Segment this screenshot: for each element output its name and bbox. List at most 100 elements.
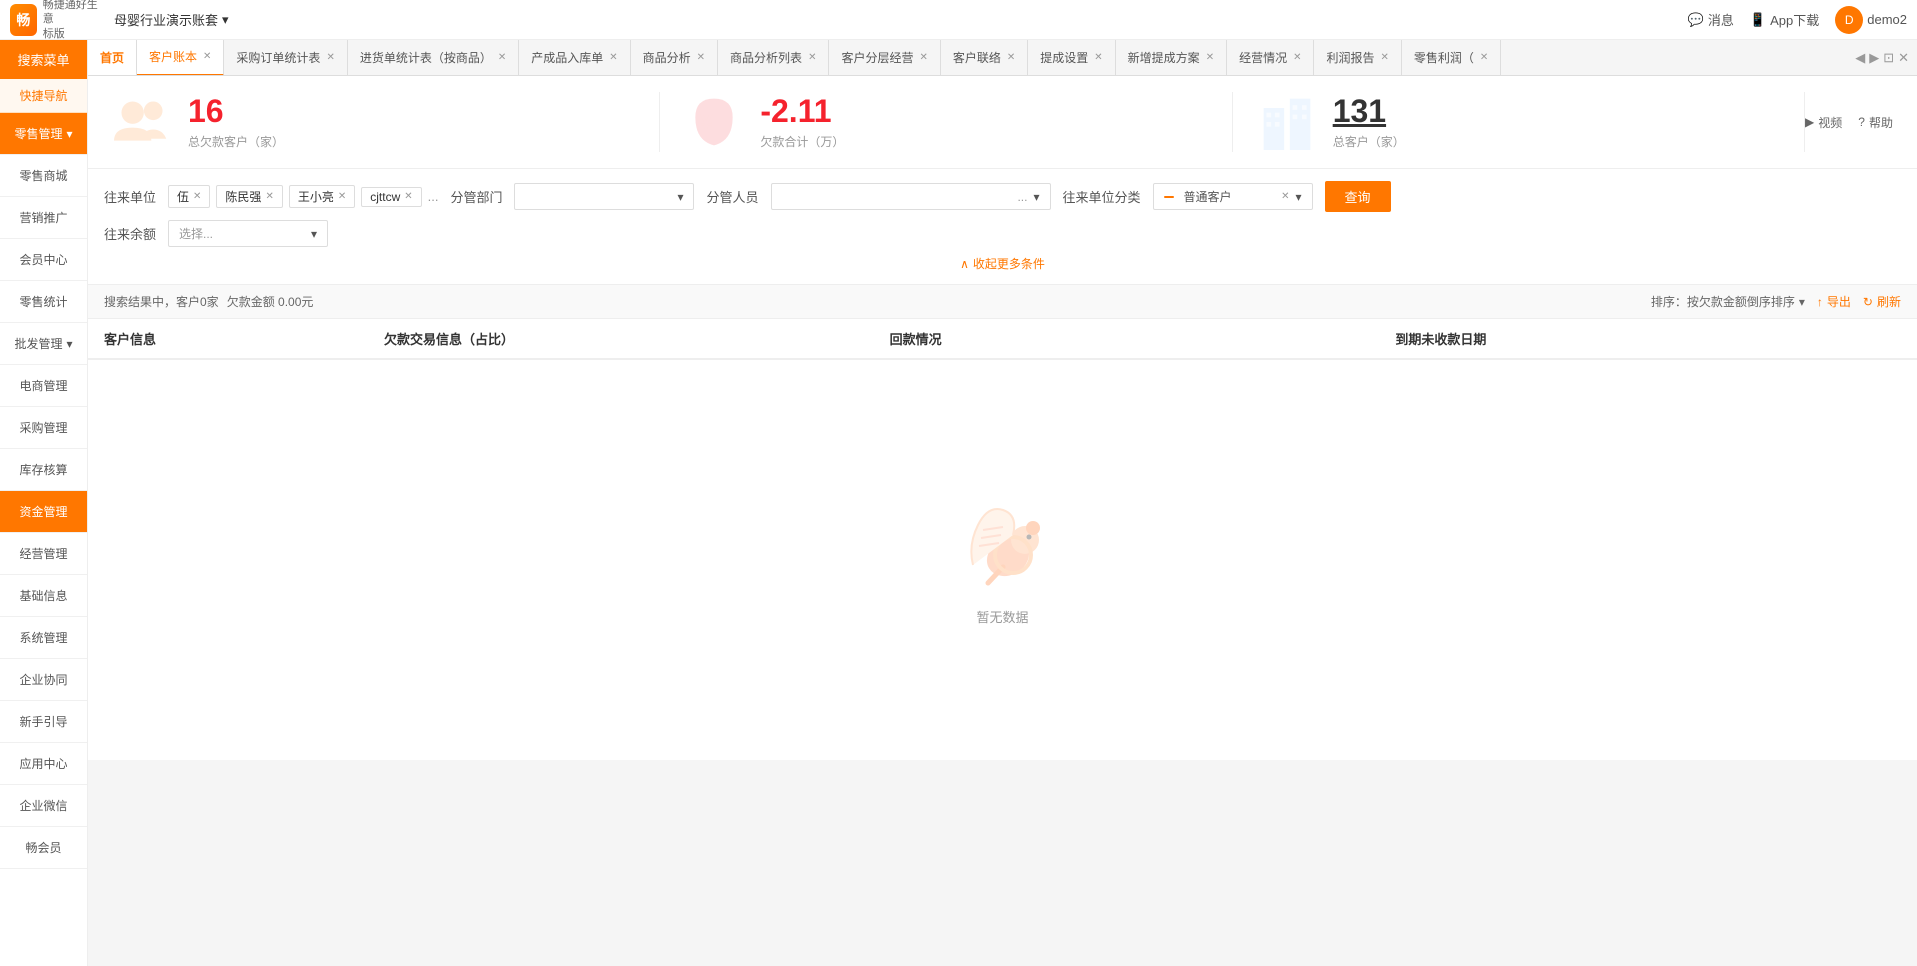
tab-retail-profit[interactable]: 零售利润（ ✕ xyxy=(1402,40,1501,76)
sort-selector[interactable]: 排序：按欠款金额倒序排序 ▾ xyxy=(1651,293,1805,310)
export-button[interactable]: ↑ 导出 xyxy=(1817,293,1851,310)
download-icon: 📱 xyxy=(1750,12,1766,28)
table-container: 客户信息 欠款交易信息（占比） 回款情况 到期未收款日期 xyxy=(88,319,1917,760)
tab-customer-contact[interactable]: 客户联络 ✕ xyxy=(941,40,1028,76)
sidebar-item-app-center[interactable]: 应用中心 xyxy=(0,743,87,785)
tab-home[interactable]: 首页 xyxy=(88,40,137,76)
collapse-button[interactable]: ∧ 收起更多条件 xyxy=(104,255,1901,272)
total-customers-label: 总欠款客户（家） xyxy=(188,133,284,150)
unit-tag-chen[interactable]: 陈民强 ✕ xyxy=(216,185,282,208)
remove-wang-tag[interactable]: ✕ xyxy=(338,191,346,202)
sidebar-item-vip-member[interactable]: 畅会员 xyxy=(0,827,87,869)
sidebar-item-system[interactable]: 系统管理 xyxy=(0,617,87,659)
sidebar-item-basic-info[interactable]: 基础信息 xyxy=(0,575,87,617)
sidebar-item-marketing[interactable]: 营销推广 xyxy=(0,197,87,239)
person-select[interactable]: ... ▾ xyxy=(771,183,1051,210)
tab-profit-report[interactable]: 利润报告 ✕ xyxy=(1314,40,1401,76)
help-button[interactable]: ? 帮助 xyxy=(1858,114,1893,131)
tab-close-product-instock[interactable]: ✕ xyxy=(609,52,617,63)
search-result-text: 搜索结果中，客户0家 xyxy=(104,293,219,310)
tab-customer-account[interactable]: 客户账本 ✕ xyxy=(137,40,224,76)
person-arrow-icon: ▾ xyxy=(1033,190,1039,204)
tab-close-profit-report[interactable]: ✕ xyxy=(1381,52,1389,63)
help-icon: ? xyxy=(1858,115,1865,129)
remove-cjttcw-tag[interactable]: ✕ xyxy=(404,191,412,202)
tab-product-analysis-list[interactable]: 商品分析列表 ✕ xyxy=(718,40,829,76)
tab-close-customer-tier[interactable]: ✕ xyxy=(919,52,927,63)
sidebar-item-retail-mall[interactable]: 零售商城 xyxy=(0,155,87,197)
tab-close-product-analysis[interactable]: ✕ xyxy=(697,52,705,63)
tab-close-customer-account[interactable]: ✕ xyxy=(203,51,211,62)
tab-close-business-situation[interactable]: ✕ xyxy=(1293,52,1301,63)
tab-product-instock[interactable]: 产成品入库单 ✕ xyxy=(519,40,630,76)
dept-arrow-icon: ▾ xyxy=(677,190,683,204)
tab-close-retail-profit[interactable]: ✕ xyxy=(1480,52,1488,63)
sidebar-quick-nav[interactable]: 快捷导航 xyxy=(0,79,87,113)
sidebar-search[interactable]: 搜索菜单 xyxy=(0,40,87,79)
unit-tag-cjttcw[interactable]: cjttcw ✕ xyxy=(361,187,421,207)
tab-customer-tier[interactable]: 客户分层经营 ✕ xyxy=(829,40,940,76)
remove-wu-tag[interactable]: ✕ xyxy=(193,191,201,202)
play-icon: ▶ xyxy=(1805,115,1814,129)
tab-purchase-order-stats[interactable]: 采购订单统计表 ✕ xyxy=(224,40,347,76)
unit-tag-wu[interactable]: 伍 ✕ xyxy=(168,185,210,208)
tab-product-analysis[interactable]: 商品分析 ✕ xyxy=(631,40,718,76)
chevron-down-icon: ▾ xyxy=(222,12,229,28)
dept-select[interactable]: ▾ xyxy=(514,183,694,210)
svg-text:¥: ¥ xyxy=(700,109,713,134)
sidebar-item-purchase[interactable]: 采购管理 xyxy=(0,407,87,449)
tab-stock-stats[interactable]: 进货单统计表（按商品） ✕ xyxy=(348,40,519,76)
tab-close-all-icon[interactable]: ✕ xyxy=(1898,50,1909,66)
tab-business-situation[interactable]: 经营情况 ✕ xyxy=(1227,40,1314,76)
sidebar-item-operation[interactable]: 经营管理 xyxy=(0,533,87,575)
tab-prev-icon[interactable]: ◀ xyxy=(1855,50,1865,66)
sidebar-item-ecommerce[interactable]: 电商管理 xyxy=(0,365,87,407)
sidebar-item-finance[interactable]: 资金管理 xyxy=(0,491,87,533)
message-button[interactable]: 💬 消息 xyxy=(1688,10,1734,29)
sidebar-item-member[interactable]: 会员中心 xyxy=(0,239,87,281)
summary-actions: ▶ 视频 ? 帮助 xyxy=(1805,114,1893,131)
tab-close-purchase-order[interactable]: ✕ xyxy=(326,52,334,63)
logo-text: 畅捷通好生意 标版 xyxy=(43,0,98,41)
sidebar-item-inventory[interactable]: 库存核算 xyxy=(0,449,87,491)
tab-reminder-settings[interactable]: 提成设置 ✕ xyxy=(1028,40,1115,76)
sidebar-item-enterprise-collab[interactable]: 企业协同 xyxy=(0,659,87,701)
person-ellipsis: ... xyxy=(1017,190,1027,204)
more-tags[interactable]: ... xyxy=(428,189,439,204)
query-button[interactable]: 查询 xyxy=(1325,181,1391,212)
app-download-button[interactable]: 📱 App下载 xyxy=(1750,10,1819,29)
table-body: 暂无数据 xyxy=(88,360,1917,760)
content-area: 首页 客户账本 ✕ 采购订单统计表 ✕ 进货单统计表（按商品） ✕ 产成品入库单… xyxy=(88,40,1917,966)
remove-chen-tag[interactable]: ✕ xyxy=(265,191,273,202)
tab-close-product-analysis-list[interactable]: ✕ xyxy=(808,52,816,63)
sidebar-item-retail-stats[interactable]: 零售统计 xyxy=(0,281,87,323)
video-button[interactable]: ▶ 视频 xyxy=(1805,114,1842,131)
tab-close-reminder-settings[interactable]: ✕ xyxy=(1094,52,1102,63)
refresh-button[interactable]: ↻ 刷新 xyxy=(1863,293,1901,310)
sidebar-item-retail[interactable]: 零售管理 ▾ xyxy=(0,113,87,155)
tab-close-stock-stats[interactable]: ✕ xyxy=(498,52,506,63)
sidebar-item-enterprise-wechat[interactable]: 企业微信 xyxy=(0,785,87,827)
sidebar-item-wholesale[interactable]: 批发管理 ▾ xyxy=(0,323,87,365)
col-repayment: 回款情况 xyxy=(890,329,1396,348)
debt-icon: ¥ xyxy=(684,92,744,152)
col-debt-info: 欠款交易信息（占比） xyxy=(384,329,890,348)
chevron-icon-2: ▾ xyxy=(66,337,72,351)
unit-tag-wang[interactable]: 王小亮 ✕ xyxy=(289,185,355,208)
tab-close-customer-contact[interactable]: ✕ xyxy=(1007,52,1015,63)
unit-type-remove[interactable]: ✕ xyxy=(1281,191,1289,202)
unit-type-select[interactable]: 普通客户 ✕ ▾ xyxy=(1153,183,1313,210)
user-menu[interactable]: D demo2 xyxy=(1835,6,1907,34)
sidebar-item-new-guide[interactable]: 新手引导 xyxy=(0,701,87,743)
industry-selector[interactable]: 母婴行业演示账套 ▾ xyxy=(106,10,237,29)
result-bar: 搜索结果中，客户0家 欠款金额 0.00元 排序：按欠款金额倒序排序 ▾ ↑ 导… xyxy=(88,285,1917,319)
balance-select[interactable]: 选择... ▾ xyxy=(168,220,328,247)
table-header: 客户信息 欠款交易信息（占比） 回款情况 到期未收款日期 xyxy=(88,319,1917,360)
refresh-icon: ↻ xyxy=(1863,295,1873,309)
tab-new-reminder-plan[interactable]: 新增提成方案 ✕ xyxy=(1116,40,1227,76)
main-layout: 搜索菜单 快捷导航 零售管理 ▾ 零售商城 营销推广 会员中心 零售统计 批发管… xyxy=(0,40,1917,966)
tab-close-new-reminder-plan[interactable]: ✕ xyxy=(1206,52,1214,63)
tab-expand-icon[interactable]: ⊡ xyxy=(1883,50,1894,66)
tab-next-icon[interactable]: ▶ xyxy=(1869,50,1879,66)
message-icon: 💬 xyxy=(1688,12,1704,28)
